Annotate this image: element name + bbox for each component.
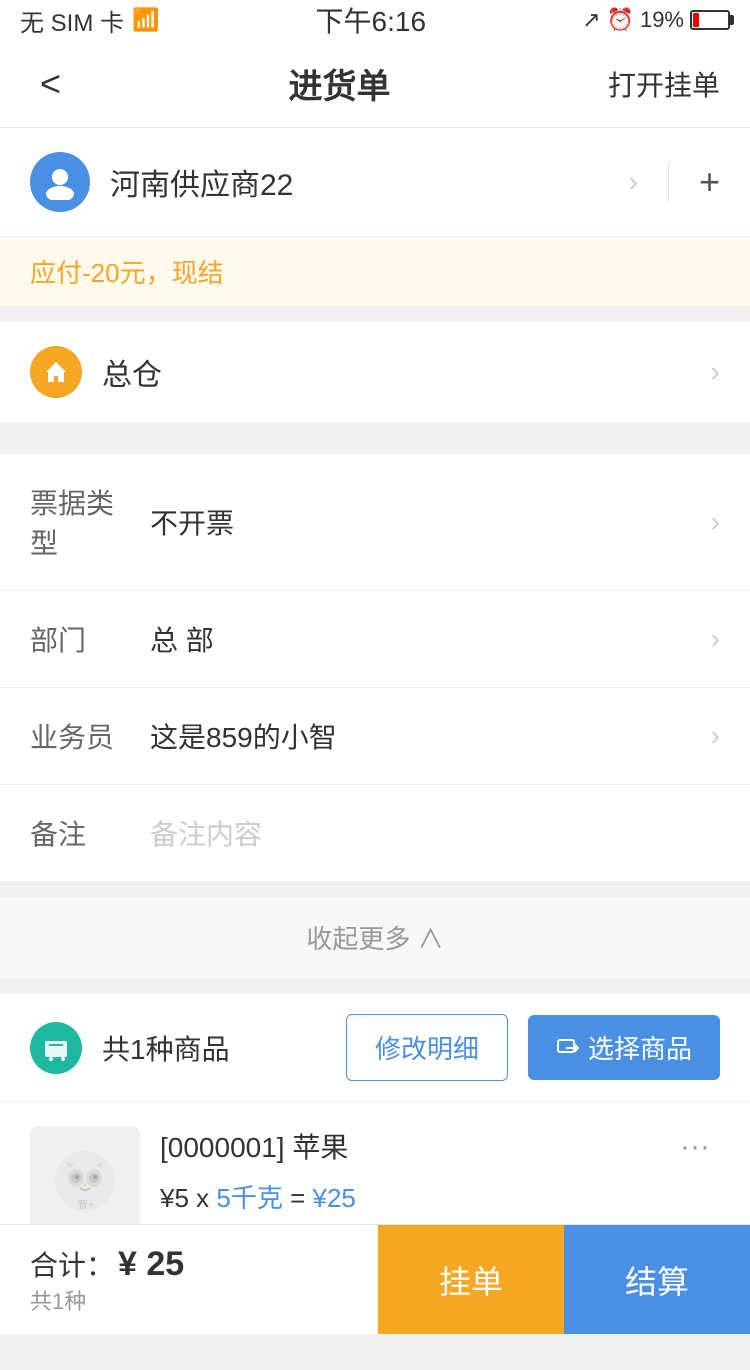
cart-icon [41, 1033, 71, 1063]
sales-chevron-icon: › [711, 720, 720, 752]
sales-label: 业务员 [30, 716, 140, 756]
total-label: 合计： [30, 1244, 114, 1284]
spacer2 [0, 438, 750, 454]
checkout-button[interactable]: 结算 [564, 1225, 750, 1334]
product-header: 共1种商品 修改明细 选择商品 [0, 994, 750, 1102]
collapse-label: 收起更多 ∧ [306, 919, 443, 956]
back-button[interactable]: < [30, 53, 71, 115]
collapse-bar[interactable]: 收起更多 ∧ [0, 897, 750, 978]
supplier-section: 河南供应商22 › + 应付-20元，现结 [0, 128, 750, 306]
supplier-avatar [30, 152, 90, 212]
invoice-value: 不开票 [140, 502, 711, 542]
product-info: [0000001] 苹果 ¥5 x 5千克 = ¥25 [160, 1126, 650, 1215]
edit-detail-button[interactable]: 修改明细 [346, 1014, 508, 1081]
person-icon [42, 164, 78, 200]
product-more-button[interactable]: ··· [670, 1126, 720, 1168]
product-title: 苹果 [292, 1132, 348, 1163]
dept-label: 部门 [30, 619, 140, 659]
location-icon: ↗ [582, 7, 600, 33]
owl-logo: 智+ [50, 1146, 120, 1216]
warehouse-section[interactable]: 总仓 › [0, 322, 750, 422]
product-qty: 5千克 [216, 1183, 282, 1213]
invoice-row[interactable]: 票据类型 不开票 › [0, 454, 750, 591]
open-hold-button[interactable]: 打开挂单 [608, 64, 720, 104]
total-section: 合计： ¥ 25 共1种 [0, 1225, 378, 1334]
dept-value: 总 部 [140, 619, 711, 659]
status-right: ↗ ⏰ 19% [582, 7, 730, 33]
home-icon [42, 358, 70, 386]
nav-bar: < 进货单 打开挂单 [0, 40, 750, 128]
battery-icon [690, 10, 730, 30]
product-icon [30, 1022, 82, 1074]
bottom-bar: 合计： ¥ 25 共1种 挂单 结算 [0, 1224, 750, 1334]
select-product-icon [556, 1036, 580, 1060]
product-price: ¥5 [160, 1183, 189, 1213]
form-section: 票据类型 不开票 › 部门 总 部 › 业务员 这是859的小智 › 备注 备注… [0, 454, 750, 881]
sales-value: 这是859的小智 [140, 716, 711, 756]
invoice-label: 票据类型 [30, 482, 140, 562]
select-product-button[interactable]: 选择商品 [528, 1015, 720, 1080]
battery-percent: 19% [640, 7, 684, 33]
product-detail: ¥5 x 5千克 = ¥25 [160, 1178, 650, 1215]
warehouse-chevron-icon: › [711, 356, 720, 388]
carrier-label: 无 SIM 卡 [20, 3, 124, 38]
wifi-icon: 📶 [132, 7, 159, 33]
status-left: 无 SIM 卡 📶 [20, 3, 159, 38]
add-supplier-button[interactable]: + [699, 161, 720, 203]
total-amount: ¥ 25 [118, 1245, 184, 1284]
status-bar: 无 SIM 卡 📶 下午6:16 ↗ ⏰ 19% [0, 0, 750, 40]
supplier-row[interactable]: 河南供应商22 › + [0, 128, 750, 236]
total-sub: 共1种 [30, 1284, 348, 1316]
product-total: ¥25 [313, 1183, 356, 1213]
page-title: 进货单 [289, 59, 391, 108]
remark-label: 备注 [30, 813, 140, 853]
product-code: [0000001] [160, 1132, 285, 1163]
supplier-name: 河南供应商22 [110, 160, 629, 204]
time-label: 下午6:16 [316, 0, 427, 40]
dept-row[interactable]: 部门 总 部 › [0, 591, 750, 688]
product-thumbnail: 智+ [30, 1126, 140, 1236]
select-product-label: 选择商品 [588, 1029, 692, 1066]
product-name: [0000001] 苹果 [160, 1126, 650, 1166]
warehouse-name: 总仓 [102, 350, 711, 394]
invoice-chevron-icon: › [711, 506, 720, 538]
sales-row[interactable]: 业务员 这是859的小智 › [0, 688, 750, 785]
alarm-icon: ⏰ [607, 7, 634, 33]
vertical-divider [668, 162, 669, 202]
hold-button[interactable]: 挂单 [378, 1225, 564, 1334]
notice-bar: 应付-20元，现结 [0, 236, 750, 306]
multiply-sign: x [196, 1183, 216, 1213]
remark-row[interactable]: 备注 备注内容 [0, 785, 750, 881]
product-section: 共1种商品 修改明细 选择商品 [0, 994, 750, 1260]
dept-chevron-icon: › [711, 623, 720, 655]
remark-input[interactable]: 备注内容 [140, 813, 720, 853]
product-count: 共1种商品 [102, 1028, 326, 1068]
equals-sign: = [290, 1183, 312, 1213]
warehouse-icon [30, 346, 82, 398]
svg-text:智+: 智+ [78, 1198, 94, 1211]
spacer1 [0, 306, 750, 322]
supplier-chevron-icon: › [629, 166, 638, 198]
